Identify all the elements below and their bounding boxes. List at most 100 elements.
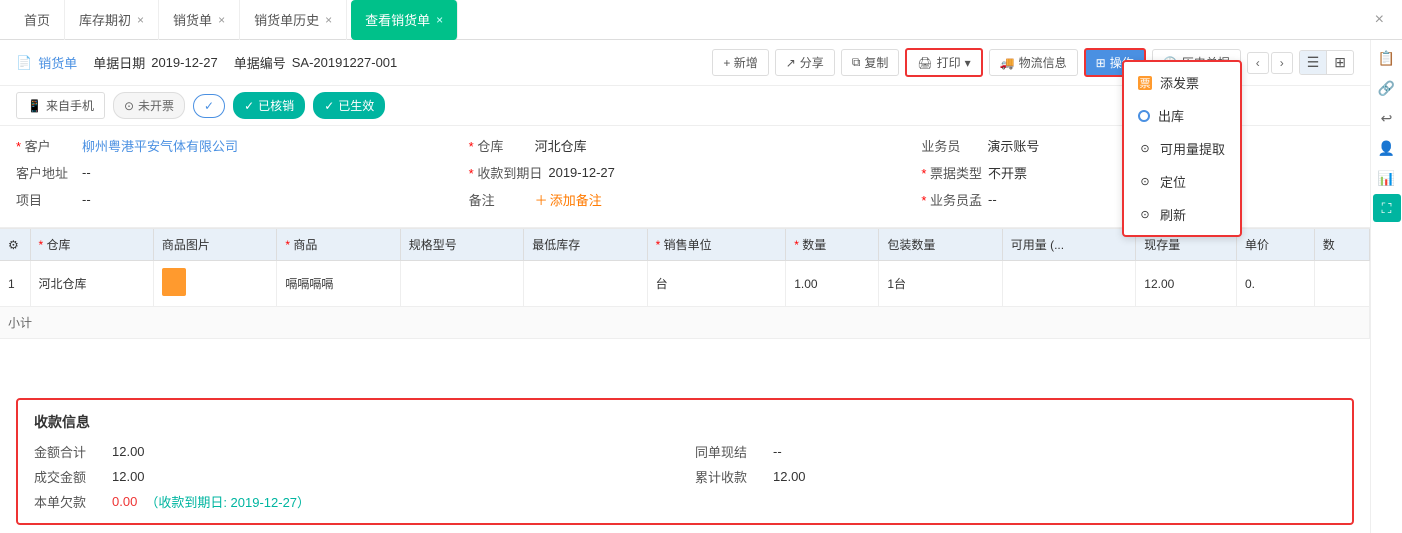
add-invoice-item[interactable]: 票 添发票 xyxy=(1124,66,1240,99)
tab-view-sales-close[interactable]: × xyxy=(436,13,443,27)
sidebar-icon-clipboard[interactable]: 📋 xyxy=(1373,44,1401,72)
tab-sales-close[interactable]: × xyxy=(218,13,225,27)
address-field: 客户地址 -- xyxy=(16,163,449,182)
check-icon: ✓ xyxy=(204,99,214,113)
refresh-item[interactable]: ⊙ 刷新 xyxy=(1124,198,1240,231)
address-value: -- xyxy=(82,165,91,180)
locate-label: 定位 xyxy=(1160,172,1186,191)
customer-field: 客户 柳州粤港平安气体有限公司 xyxy=(16,136,449,155)
table-row: 1 河北仓库 嗝嗝嗝嗝 台 1.00 1台 12.00 0. xyxy=(0,261,1370,307)
grid-icon: ⊞ xyxy=(1096,56,1106,70)
owed-label: 本单欠款 xyxy=(34,492,104,511)
available-item[interactable]: ⊙ 可用量提取 xyxy=(1124,132,1240,165)
tab-inventory[interactable]: 库存期初 × xyxy=(65,0,159,40)
warehouse-value: 河北仓库 xyxy=(535,136,587,155)
truck-icon: 🚚 xyxy=(1000,56,1015,70)
same-order-label: 同单现结 xyxy=(695,442,765,461)
tab-sales[interactable]: 销货单 × xyxy=(159,0,240,40)
payment-grid: 金额合计 12.00 同单现结 -- 成交金额 12.00 累计收款 12.00… xyxy=(34,442,1336,511)
logistics-button[interactable]: 🚚 物流信息 xyxy=(989,49,1078,76)
add-note-btn[interactable]: 添加备注 xyxy=(535,190,602,209)
payment-title: 收款信息 xyxy=(34,412,1336,432)
grid-view-btn[interactable]: ⊞ xyxy=(1327,51,1353,74)
copy-button[interactable]: ⧉ 复制 xyxy=(841,49,900,76)
sidebar-icon-expand[interactable]: ⛶ xyxy=(1373,194,1401,222)
locate-item[interactable]: ⊙ 定位 xyxy=(1124,165,1240,198)
tab-view-sales[interactable]: 查看销货单 × xyxy=(351,0,458,40)
row-product-img xyxy=(153,261,276,307)
list-view-btn[interactable]: ☰ xyxy=(1300,51,1328,74)
tab-home[interactable]: 首页 xyxy=(10,0,65,40)
cumulative-value: 12.00 xyxy=(773,469,806,484)
address-label: 客户地址 xyxy=(16,163,76,182)
print-button[interactable]: 🖨 打印 ▾ xyxy=(905,48,982,77)
sales-staff-value: -- xyxy=(988,192,997,207)
ship-item[interactable]: 出库 xyxy=(1124,99,1240,132)
payment-date-value: 2019-12-27 xyxy=(548,165,615,180)
deal-amount-row: 成交金额 12.00 xyxy=(34,467,675,486)
doc-type-label: 销货单 xyxy=(38,53,77,72)
print-dropdown-icon: ▾ xyxy=(965,56,971,70)
tab-sales-history[interactable]: 销货单历史 × xyxy=(240,0,347,40)
view-toggle: ☰ ⊞ xyxy=(1299,50,1354,75)
toolbar-right: + 新增 ↗ 分享 ⧉ 复制 🖨 打印 ▾ 🚚 物流信息 xyxy=(712,48,1354,77)
refresh-icon: ⊙ xyxy=(1138,208,1152,222)
not-open-btn[interactable]: ⊙ 未开票 xyxy=(113,92,185,119)
tab-sales-history-close[interactable]: × xyxy=(325,13,332,27)
warehouse-field: 仓库 河北仓库 xyxy=(469,136,902,155)
col-min-stock: 最低库存 xyxy=(524,229,647,261)
effective-btn[interactable]: ✓ 已生效 xyxy=(313,92,385,119)
tab-home-label: 首页 xyxy=(24,10,50,29)
next-btn[interactable]: › xyxy=(1271,52,1293,74)
effective-icon: ✓ xyxy=(324,99,334,113)
sidebar-icon-user[interactable]: 👤 xyxy=(1373,134,1401,162)
sidebar-icon-chart[interactable]: 📊 xyxy=(1373,164,1401,192)
row-price: 0. xyxy=(1236,261,1314,307)
col-spec: 规格型号 xyxy=(400,229,523,261)
col-product: 商品 xyxy=(277,229,400,261)
owed-note: （收款到期日: 2019-12-27） xyxy=(145,492,310,511)
col-price: 单价 xyxy=(1236,229,1314,261)
project-value: -- xyxy=(82,192,91,207)
total-value: 12.00 xyxy=(112,444,145,459)
cumulative-label: 累计收款 xyxy=(695,467,765,486)
note-field: 备注 添加备注 xyxy=(469,190,902,209)
row-min-stock xyxy=(524,261,647,307)
phone-icon: 📱 xyxy=(27,99,42,113)
col-unit: 销售单位 xyxy=(647,229,786,261)
col-available: 可用量 (... xyxy=(1002,229,1136,261)
share-button[interactable]: ↗ 分享 xyxy=(775,49,835,76)
ticket-type-label: 票据类型 xyxy=(921,163,982,182)
from-phone-btn[interactable]: 📱 来自手机 xyxy=(16,92,105,119)
locate-icon: ⊙ xyxy=(1138,175,1152,189)
done-btn[interactable]: ✓ xyxy=(193,94,225,118)
ship-label: 出库 xyxy=(1158,106,1184,125)
prev-btn[interactable]: ‹ xyxy=(1247,52,1269,74)
new-button[interactable]: + 新增 xyxy=(712,49,768,76)
window-close-btn[interactable]: × xyxy=(1367,11,1392,29)
nav-arrows: ‹ › xyxy=(1247,52,1293,74)
sold-icon: ✓ xyxy=(244,99,254,113)
col-qty: 数量 xyxy=(786,229,879,261)
available-icon: ⊙ xyxy=(1138,142,1152,156)
owed-row: 本单欠款 0.00 （收款到期日: 2019-12-27） xyxy=(34,492,675,511)
product-thumbnail xyxy=(162,268,186,296)
invoice-icon: 票 xyxy=(1138,76,1152,90)
copy-icon: ⧉ xyxy=(852,55,861,70)
print-icon: 🖨 xyxy=(917,56,932,70)
sales-staff-label: 业务员孟 xyxy=(921,190,982,209)
payment-section: 收款信息 金额合计 12.00 同单现结 -- 成交金额 12.00 累计收款 … xyxy=(16,398,1354,525)
tab-inventory-close[interactable]: × xyxy=(137,13,144,27)
deal-amount-label: 成交金额 xyxy=(34,467,104,486)
table-body: 1 河北仓库 嗝嗝嗝嗝 台 1.00 1台 12.00 0. xyxy=(0,261,1370,339)
refresh-label: 刷新 xyxy=(1160,205,1186,224)
items-table: ⚙ 仓库 商品图片 商品 规格型号 最低库存 销售单位 数量 包装数量 可用量 … xyxy=(0,229,1370,339)
row-pack-qty: 1台 xyxy=(879,261,1002,307)
row-spec xyxy=(400,261,523,307)
sidebar-icon-link[interactable]: 🔗 xyxy=(1373,74,1401,102)
sidebar-icon-return[interactable]: ↩ xyxy=(1373,104,1401,132)
sold-btn[interactable]: ✓ 已核销 xyxy=(233,92,305,119)
doc-date-label: 单据日期 xyxy=(93,53,145,72)
customer-value[interactable]: 柳州粤港平安气体有限公司 xyxy=(82,136,238,155)
owed-value: 0.00 xyxy=(112,494,137,509)
